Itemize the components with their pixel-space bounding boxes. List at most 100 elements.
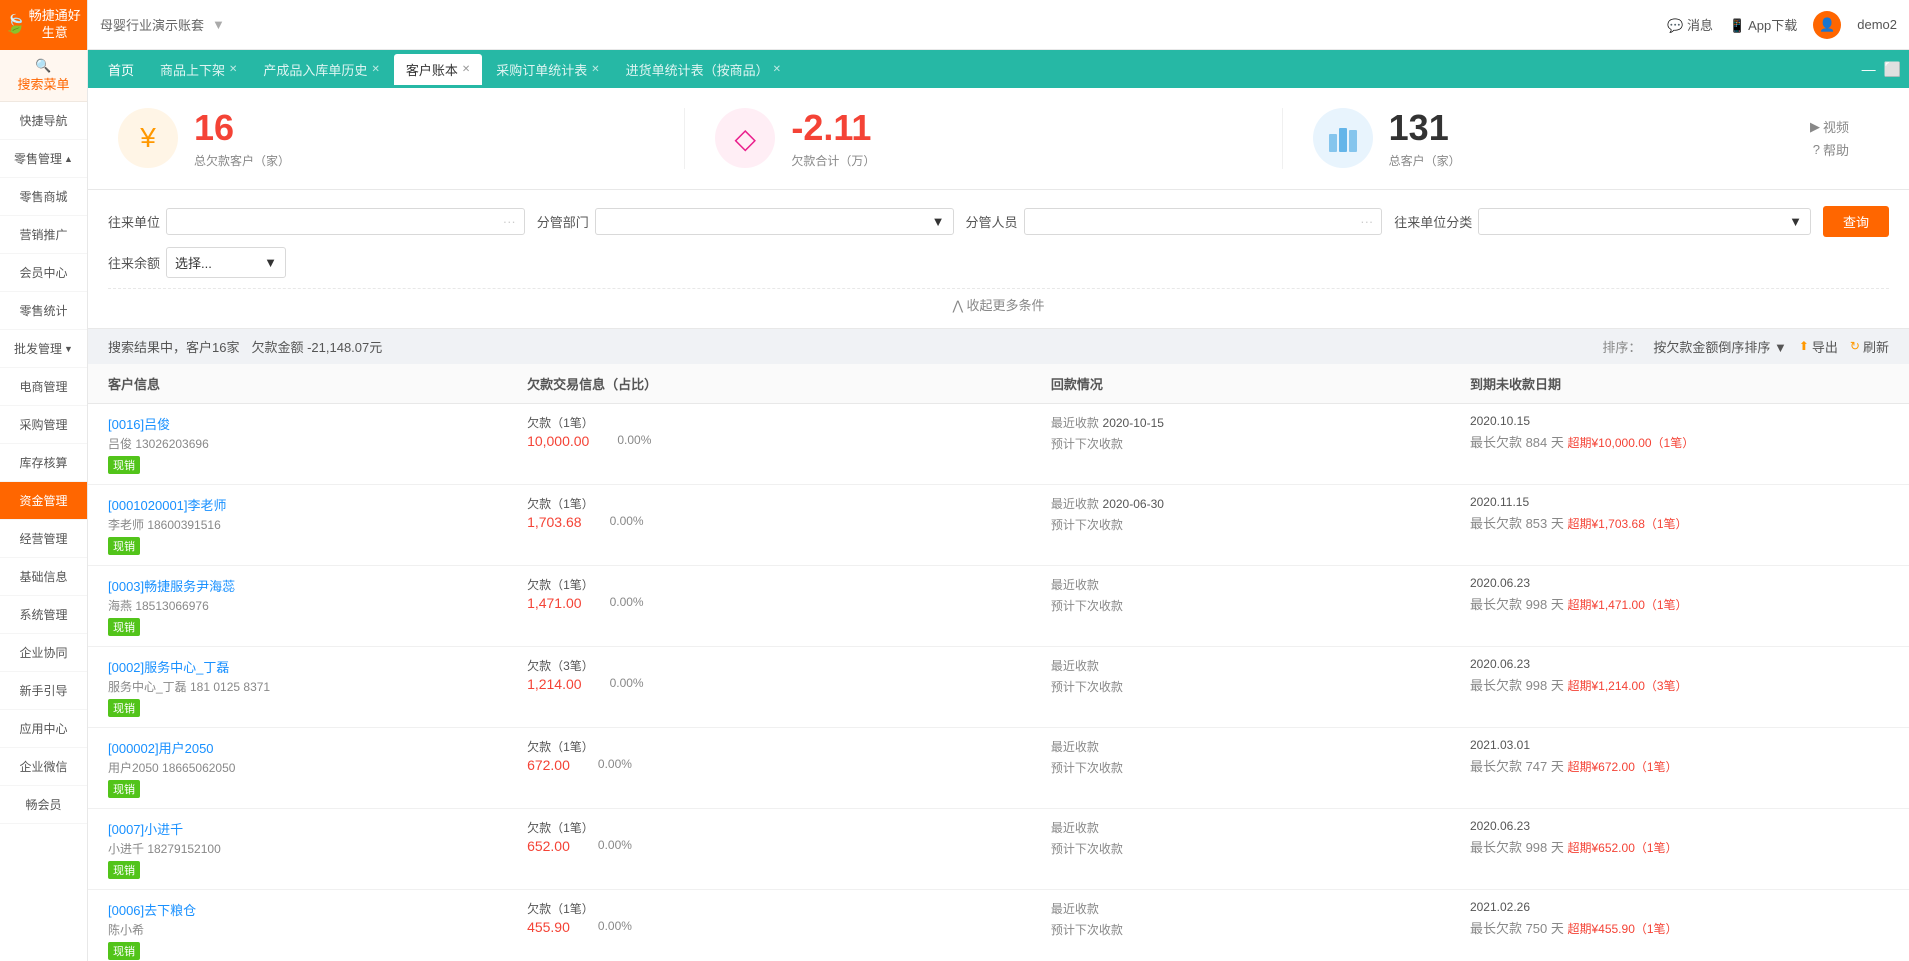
tab-incoming-stat-close[interactable]: ✕ bbox=[773, 64, 781, 75]
sidebar-item-guide[interactable]: 新手引导 bbox=[0, 672, 87, 710]
filter-supplier-input[interactable]: ··· bbox=[166, 208, 525, 235]
customer-phone-5: 小进千 18279152100 bbox=[108, 840, 527, 857]
sidebar-item-wholesale[interactable]: 批发管理 ▼ bbox=[0, 330, 87, 368]
sidebar-item-wechat[interactable]: 企业微信 bbox=[0, 748, 87, 786]
header-debt: 欠款交易信息（占比） bbox=[527, 374, 1051, 393]
video-action[interactable]: ▶ 视频 bbox=[1810, 117, 1849, 136]
debt-percent-1: 0.00% bbox=[610, 514, 644, 528]
tab-purchase-order[interactable]: 采购订单统计表 ✕ bbox=[484, 54, 611, 85]
sidebar-item-ecommerce[interactable]: 电商管理 bbox=[0, 368, 87, 406]
results-summary: 搜索结果中，客户16家 欠款金额 -21,148.07元 bbox=[108, 337, 382, 356]
app-download-btn[interactable]: 📱 App下载 bbox=[1729, 15, 1797, 34]
sort-select[interactable]: 按欠款金额倒序排序 ▼ bbox=[1653, 337, 1787, 356]
recovery-info-0: 最近收款 2020-10-15 预计下次收款 bbox=[1051, 414, 1470, 452]
tab-purchase-order-close[interactable]: ✕ bbox=[591, 64, 599, 75]
tab-product-listing-close[interactable]: ✕ bbox=[229, 64, 237, 75]
sidebar-item-basic-info[interactable]: 基础信息 bbox=[0, 558, 87, 596]
tab-incoming-stat[interactable]: 进货单统计表（按商品） ✕ bbox=[614, 54, 793, 85]
chevron-down-cat: ▼ bbox=[1789, 214, 1802, 229]
customer-phone-6: 陈小希 bbox=[108, 921, 527, 938]
header-overdue: 到期未收款日期 bbox=[1470, 374, 1889, 393]
username-label[interactable]: demo2 bbox=[1857, 17, 1897, 32]
tab-customer-account-close[interactable]: ✕ bbox=[462, 64, 470, 75]
tag-xian-6: 现销 bbox=[108, 942, 140, 960]
recovery-info-4: 最近收款 预计下次收款 bbox=[1051, 738, 1470, 776]
sort-value: 按欠款金额倒序排序 bbox=[1653, 340, 1770, 355]
table-row: [0006]去下粮仓 陈小希 现销 欠款（1笔） 455.90 0.00% 最近… bbox=[88, 890, 1909, 961]
overdue-detail-1: 最长欠款 853 天 超期¥1,703.68（1笔） bbox=[1470, 513, 1889, 532]
customer-name-3[interactable]: [0002]服务中心_丁磊 bbox=[108, 657, 527, 676]
sort-label: 排序： bbox=[1602, 337, 1641, 356]
sidebar-item-search[interactable]: 🔍 搜索菜单 bbox=[0, 50, 87, 102]
refresh-button[interactable]: ↻ 刷新 bbox=[1850, 337, 1889, 356]
sidebar-item-quick-nav[interactable]: 快捷导航 bbox=[0, 102, 87, 140]
customer-info-2: [0003]畅捷服务尹海蕊 海燕 18513066976 现销 bbox=[108, 576, 527, 636]
sidebar-item-collaboration[interactable]: 企业协同 bbox=[0, 634, 87, 672]
sidebar-item-purchase[interactable]: 采购管理 bbox=[0, 406, 87, 444]
overdue-link-3[interactable]: 超期¥1,214.00（3笔） bbox=[1567, 679, 1687, 693]
overdue-link-5[interactable]: 超期¥652.00（1笔） bbox=[1567, 841, 1677, 855]
sidebar-item-system[interactable]: 系统管理 bbox=[0, 596, 87, 634]
debt-info-6: 欠款（1笔） 455.90 0.00% bbox=[527, 900, 1051, 935]
tab-home[interactable]: 首页 bbox=[96, 54, 146, 85]
recovery-info-3: 最近收款 预计下次收款 bbox=[1051, 657, 1470, 695]
tab-customer-account[interactable]: 客户账本 ✕ bbox=[394, 54, 482, 85]
customer-name-6[interactable]: [0006]去下粮仓 bbox=[108, 900, 527, 919]
tag-xian-5: 现销 bbox=[108, 861, 140, 879]
customer-info-1: [0001020001]李老师 李老师 18600391516 现销 bbox=[108, 495, 527, 555]
debt-amount-1: 1,703.68 bbox=[527, 514, 582, 530]
tab-production-history-close[interactable]: ✕ bbox=[371, 64, 379, 75]
table-header: 客户信息 欠款交易信息（占比） 回款情况 到期未收款日期 bbox=[88, 364, 1909, 404]
filter-balance-select[interactable]: 选择... ▼ bbox=[166, 247, 286, 278]
sidebar-item-finance[interactable]: 资金管理 bbox=[0, 482, 87, 520]
stat-card-total-customers: 131 总客户（家） ▶ 视频 ? 帮助 bbox=[1283, 108, 1879, 169]
tag-xian-3: 现销 bbox=[108, 699, 140, 717]
customer-name-0[interactable]: [0016]吕俊 bbox=[108, 414, 527, 433]
help-action[interactable]: ? 帮助 bbox=[1813, 140, 1849, 159]
messages-btn[interactable]: 💬 消息 bbox=[1667, 15, 1713, 34]
filter-collapse-btn[interactable]: ⋀ 收起更多条件 bbox=[108, 288, 1889, 320]
export-button[interactable]: ⬆ 导出 bbox=[1799, 337, 1838, 356]
dots-icon-2: ··· bbox=[1360, 214, 1373, 229]
debt-info-2: 欠款（1笔） 1,471.00 0.00% bbox=[527, 576, 1051, 611]
overdue-link-6[interactable]: 超期¥455.90（1笔） bbox=[1567, 922, 1677, 936]
sidebar-item-retail-stat[interactable]: 零售统计 bbox=[0, 292, 87, 330]
debt-percent-3: 0.00% bbox=[610, 676, 644, 690]
sidebar-item-inventory[interactable]: 库存核算 bbox=[0, 444, 87, 482]
tab-production-history[interactable]: 产成品入库单历史 ✕ bbox=[251, 54, 391, 85]
filter-supplier-label: 往来单位 bbox=[108, 212, 160, 231]
debt-percent-6: 0.00% bbox=[598, 919, 632, 933]
overdue-detail-3: 最长欠款 998 天 超期¥1,214.00（3笔） bbox=[1470, 675, 1889, 694]
user-avatar[interactable]: 👤 bbox=[1813, 11, 1841, 39]
overdue-link-4[interactable]: 超期¥672.00（1笔） bbox=[1567, 760, 1677, 774]
filter-dept-select[interactable]: ▼ bbox=[595, 208, 954, 235]
sidebar-item-marketing[interactable]: 营销推广 bbox=[0, 216, 87, 254]
overdue-link-0[interactable]: 超期¥10,000.00（1笔） bbox=[1567, 436, 1694, 450]
avatar-icon: 👤 bbox=[1819, 17, 1835, 33]
tabs-minimize[interactable]: — bbox=[1862, 61, 1876, 78]
query-button[interactable]: 查询 bbox=[1823, 206, 1889, 237]
overdue-link-2[interactable]: 超期¥1,471.00（1笔） bbox=[1567, 598, 1687, 612]
customer-name-4[interactable]: [000002]用户2050 bbox=[108, 738, 527, 757]
sidebar-item-member2[interactable]: 畅会员 bbox=[0, 786, 87, 824]
customer-name-2[interactable]: [0003]畅捷服务尹海蕊 bbox=[108, 576, 527, 595]
app-logo: 🍃 畅捷通好生意 bbox=[0, 0, 87, 50]
help-icon: ? bbox=[1813, 142, 1820, 157]
filter-manager-input[interactable]: ··· bbox=[1024, 208, 1383, 235]
collapse-label: 收起更多条件 bbox=[967, 298, 1045, 313]
debt-count-4: 欠款（1笔） bbox=[527, 738, 1051, 755]
sidebar-item-retail-mall[interactable]: 零售商城 bbox=[0, 178, 87, 216]
customer-name-1[interactable]: [0001020001]李老师 bbox=[108, 495, 527, 514]
tab-product-listing[interactable]: 商品上下架 ✕ bbox=[148, 54, 249, 85]
sidebar-item-retail[interactable]: 零售管理 ▲ bbox=[0, 140, 87, 178]
sidebar-item-operations[interactable]: 经营管理 bbox=[0, 520, 87, 558]
sidebar-item-member[interactable]: 会员中心 bbox=[0, 254, 87, 292]
customer-name-5[interactable]: [0007]小进千 bbox=[108, 819, 527, 838]
recovery-info-6: 最近收款 预计下次收款 bbox=[1051, 900, 1470, 938]
sidebar-item-apps[interactable]: 应用中心 bbox=[0, 710, 87, 748]
overdue-link-1[interactable]: 超期¥1,703.68（1笔） bbox=[1567, 517, 1687, 531]
sort-chevron: ▼ bbox=[1774, 340, 1787, 355]
customer-info-5: [0007]小进千 小进千 18279152100 现销 bbox=[108, 819, 527, 879]
filter-category-select[interactable]: ▼ bbox=[1478, 208, 1811, 235]
tabs-maximize[interactable]: ⬜ bbox=[1884, 61, 1901, 78]
